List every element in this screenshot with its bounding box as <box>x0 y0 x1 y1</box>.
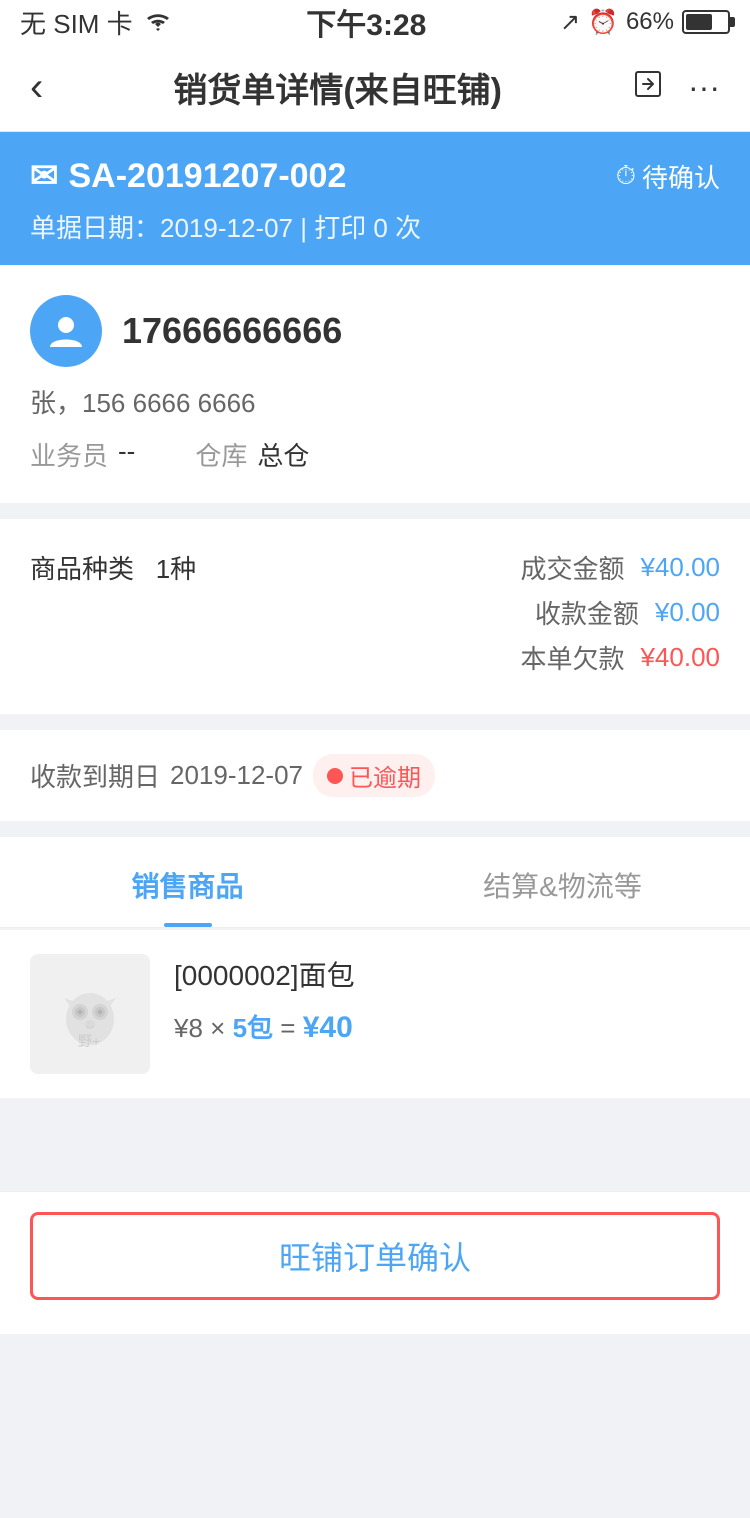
status-bar-right: ↗ ⏰ 66% <box>560 8 730 37</box>
back-button[interactable]: ‹ <box>30 65 43 110</box>
order-banner: ✉ SA-20191207-002 ⏱ 待确认 单据日期：2019-12-07 … <box>0 132 750 265</box>
due-date-section: 收款到期日 2019-12-07 已逾期 <box>0 730 750 821</box>
warehouse: 仓库 总仓 <box>195 436 309 473</box>
due-label: 收款到期日 <box>30 757 160 794</box>
customer-meta: 业务员 -- 仓库 总仓 <box>30 436 720 473</box>
amounts: 成交金额 ¥40.00 收款金额 ¥0.00 本单欠款 ¥40.00 <box>520 549 720 684</box>
product-item: 野+ [0000002]面包 ¥8 × 5包 = ¥40 <box>30 954 720 1074</box>
amount-label: 成交金额 <box>520 549 624 586</box>
product-section: 野+ [0000002]面包 ¥8 × 5包 = ¥40 <box>0 930 750 1098</box>
amount-row: 成交金额 ¥40.00 <box>520 549 720 586</box>
wifi-icon <box>143 7 173 38</box>
overdue-dot-icon <box>327 768 343 784</box>
owed-value: ¥40.00 <box>640 642 720 673</box>
price-unit: ¥8 <box>174 1013 203 1043</box>
order-meta: 单据日期：2019-12-07 | 打印 0 次 <box>30 208 720 245</box>
page-title: 销货单详情(来自旺铺) <box>173 63 502 112</box>
share-icon[interactable] <box>632 68 664 108</box>
product-type-label: 商品种类 <box>30 554 134 584</box>
status-bar: 无 SIM 卡 下午3:28 ↗ ⏰ 66% <box>0 0 750 44</box>
location-icon: ↗ <box>560 8 580 37</box>
product-type-value: 1种 <box>156 554 196 584</box>
order-icon: ✉ <box>30 156 59 196</box>
equals-sign: = <box>280 1013 302 1043</box>
sales-label: 业务员 <box>30 436 108 473</box>
due-date: 2019-12-07 <box>170 760 303 791</box>
multiply-sign: × <box>210 1013 232 1043</box>
battery-text: 66% <box>626 8 674 36</box>
received-label: 收款金额 <box>535 594 639 631</box>
bottom-spacer <box>0 1358 750 1518</box>
confirm-button[interactable]: 旺铺订单确认 <box>30 1212 720 1300</box>
customer-avatar <box>30 295 102 367</box>
time-display: 下午3:28 <box>306 0 426 44</box>
owed-row: 本单欠款 ¥40.00 <box>520 639 720 676</box>
confirm-button-wrap: 旺铺订单确认 <box>0 1191 750 1334</box>
received-value: ¥0.00 <box>655 597 720 628</box>
product-type: 商品种类 1种 <box>30 549 196 586</box>
nav-bar: ‹ 销货单详情(来自旺铺) ··· <box>0 44 750 132</box>
product-name: [0000002]面包 <box>174 954 720 994</box>
nav-actions: ··· <box>632 68 720 108</box>
amount-value: ¥40.00 <box>640 552 720 583</box>
customer-section: 17666666666 张，156 6666 6666 业务员 -- 仓库 总仓 <box>0 265 750 503</box>
tab-sales-products[interactable]: 销售商品 <box>0 837 375 927</box>
customer-phone: 17666666666 <box>122 310 342 352</box>
warehouse-value: 总仓 <box>257 436 309 473</box>
order-id: ✉ SA-20191207-002 <box>30 156 346 196</box>
status-bar-left: 无 SIM 卡 <box>20 4 173 41</box>
owed-label: 本单欠款 <box>520 639 624 676</box>
clock-icon: ⏱ <box>616 160 636 192</box>
product-image: 野+ <box>30 954 150 1074</box>
product-info: [0000002]面包 ¥8 × 5包 = ¥40 <box>174 954 720 1045</box>
order-status: ⏱ 待确认 <box>616 158 720 195</box>
carrier-text: 无 SIM 卡 <box>20 4 133 41</box>
summary-section: 商品种类 1种 成交金额 ¥40.00 收款金额 ¥0.00 本单欠款 ¥40.… <box>0 519 750 714</box>
total-price: ¥40 <box>303 1011 353 1044</box>
quantity: 5包 <box>233 1013 273 1043</box>
sales-value: -- <box>118 436 135 473</box>
overdue-badge: 已逾期 <box>313 754 435 797</box>
tabs-section: 销售商品 结算&物流等 <box>0 837 750 928</box>
tab-settlement[interactable]: 结算&物流等 <box>375 837 750 927</box>
more-icon[interactable]: ··· <box>688 69 720 106</box>
product-price: ¥8 × 5包 = ¥40 <box>174 1008 720 1045</box>
svg-text:野+: 野+ <box>78 1033 100 1049</box>
battery-icon <box>682 10 730 34</box>
customer-name: 张，156 6666 6666 <box>30 383 720 420</box>
confirm-button-label: 旺铺订单确认 <box>279 1233 471 1279</box>
tabs-row: 销售商品 结算&物流等 <box>0 837 750 928</box>
alarm-icon: ⏰ <box>588 8 618 37</box>
overdue-text: 已逾期 <box>349 758 421 793</box>
received-row: 收款金额 ¥0.00 <box>520 594 720 631</box>
sales-person: 业务员 -- <box>30 436 135 473</box>
warehouse-label: 仓库 <box>195 436 247 473</box>
